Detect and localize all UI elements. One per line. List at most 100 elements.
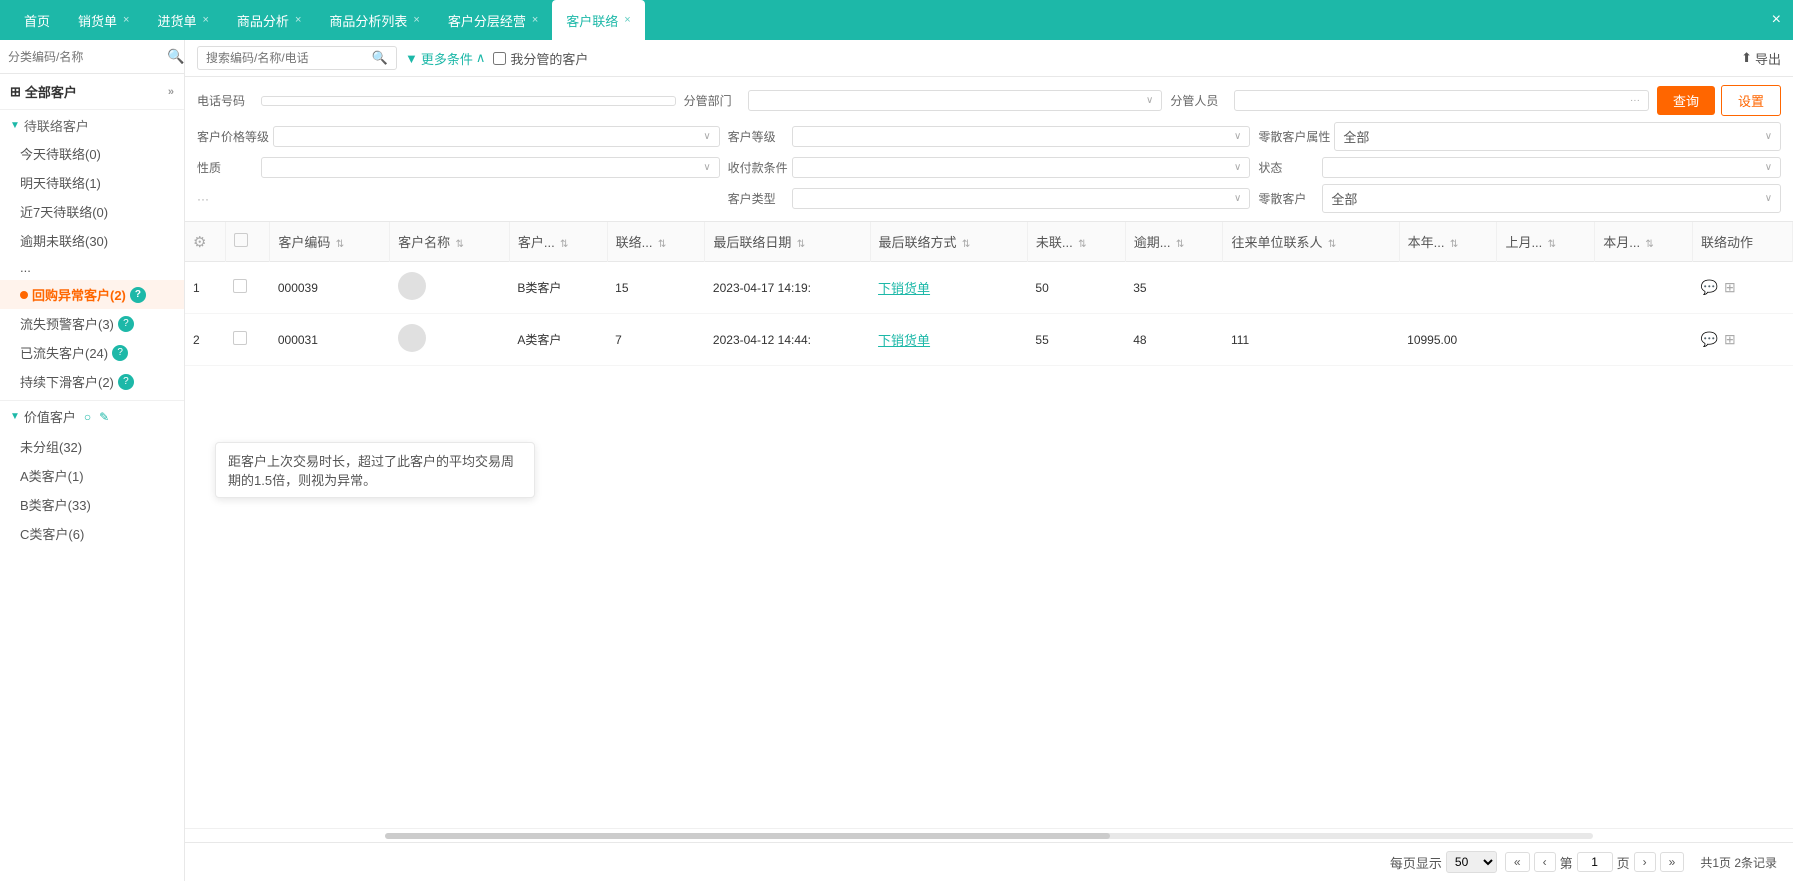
prev-page-btn[interactable]: ‹	[1534, 852, 1556, 872]
price-level-input[interactable]: ∨	[273, 126, 720, 147]
name-sort-icon[interactable]: ⇅	[455, 239, 463, 250]
filter-row-2: 客户价格等级 ∨ 客户等级 ∨ 零散客户属性 全部 ∨	[197, 122, 1781, 151]
overdue-sort-icon[interactable]: ⇅	[1176, 239, 1184, 250]
contact-sort-icon[interactable]: ⇅	[658, 239, 666, 250]
sidebar-collapse-btn[interactable]: »	[168, 86, 174, 98]
payment-input[interactable]: ∨	[792, 157, 1251, 178]
tooltip-box: 距客户上次交易时长，超过了此客户的平均交易周期的1.5倍，则视为异常。	[215, 442, 535, 498]
sidebar-search-icon[interactable]: 🔍	[167, 48, 184, 65]
gender-input[interactable]: ∨	[261, 157, 720, 178]
col-last-contact-method: 最后联络方式 ⇅	[870, 222, 1027, 262]
sidebar-item-ungrouped[interactable]: 未分组(32)	[0, 432, 184, 461]
sidebar-item-b-class[interactable]: B类客户(33)	[0, 490, 184, 519]
last-method-sort-icon[interactable]: ⇅	[962, 239, 970, 250]
status-input[interactable]: ∨	[1322, 157, 1781, 178]
export-icon: ⬆	[1741, 50, 1752, 66]
company-contact-sort-icon[interactable]: ⇅	[1328, 239, 1336, 250]
row2-checkbox	[225, 314, 270, 366]
row2-chat-icon[interactable]: 💬	[1701, 331, 1718, 348]
nav-item-purchase[interactable]: 进货单 ×	[143, 0, 222, 40]
nav-item-goods-list[interactable]: 商品分析列表 ×	[315, 0, 433, 40]
table-gear-icon[interactable]: ⚙	[193, 234, 206, 251]
col-this-month: 本月... ⇅	[1595, 222, 1693, 262]
code-sort-icon[interactable]: ⇅	[336, 239, 344, 250]
export-button[interactable]: ⬆ 导出	[1741, 49, 1781, 68]
col-checkbox	[225, 222, 270, 262]
last-date-sort-icon[interactable]: ⇅	[797, 239, 805, 250]
more-conditions-btn[interactable]: ▼ 更多条件 ∧	[405, 49, 485, 68]
sidebar-item-a-class[interactable]: A类客户(1)	[0, 461, 184, 490]
row2-checkbox-input[interactable]	[233, 331, 247, 345]
sidebar-item-declining[interactable]: 持续下滑客户(2) ?	[0, 367, 184, 396]
sidebar-item-more[interactable]: ...	[0, 255, 184, 280]
this-month-sort-icon[interactable]: ⇅	[1645, 239, 1653, 250]
nav-item-home[interactable]: 首页	[10, 0, 64, 40]
col-company-contact: 往来单位联系人 ⇅	[1223, 222, 1399, 262]
settings-button[interactable]: 设置	[1721, 85, 1781, 116]
more-dots[interactable]: ···	[197, 192, 209, 206]
last-month-sort-icon[interactable]: ⇅	[1548, 239, 1556, 250]
value-edit-icon[interactable]: ○	[84, 410, 91, 424]
per-page-select[interactable]: 50 20 100	[1446, 851, 1497, 873]
filter-row-3: 性质 ∨ 收付款条件 ∨ 状态 ∨	[197, 157, 1781, 178]
row1-chat-icon[interactable]: 💬	[1701, 279, 1718, 296]
row2-qr-icon[interactable]: ⊞	[1724, 331, 1736, 348]
row1-last-method-link[interactable]: 下销货单	[878, 281, 930, 296]
header-checkbox[interactable]	[234, 233, 248, 247]
dept-input[interactable]: ∨	[748, 90, 1163, 111]
filter-more-btn: ···	[197, 192, 720, 206]
nav-item-customer-contact[interactable]: 客户联络 ×	[552, 0, 644, 40]
close-sales-icon[interactable]: ×	[123, 14, 129, 26]
sidebar-search-input[interactable]	[8, 50, 163, 64]
value-edit2-icon[interactable]: ✎	[99, 410, 109, 424]
nav-item-sales[interactable]: 销货单 ×	[64, 0, 143, 40]
row1-qr-icon[interactable]: ⊞	[1724, 279, 1736, 296]
query-button[interactable]: 查询	[1657, 86, 1715, 115]
sidebar-item-7days[interactable]: 近7天待联络(0)	[0, 197, 184, 226]
retail-attr-input[interactable]: 全部 ∨	[1334, 122, 1781, 151]
filter-retail-attr: 零散客户属性 全部 ∨	[1258, 122, 1781, 151]
window-close-button[interactable]: ×	[1772, 11, 1781, 29]
col-code: 客户编码 ⇅	[270, 222, 390, 262]
sidebar-item-churn-warning[interactable]: 流失预警客户(3) ?	[0, 309, 184, 338]
close-customer-contact-icon[interactable]: ×	[624, 14, 630, 26]
customer-level-input[interactable]: ∨	[792, 126, 1251, 147]
my-customers-checkbox[interactable]	[493, 52, 506, 65]
search-input[interactable]	[206, 51, 368, 65]
sidebar-item-today[interactable]: 今天待联络(0)	[0, 139, 184, 168]
sidebar-item-tomorrow[interactable]: 明天待联络(1)	[0, 168, 184, 197]
horizontal-scrollbar[interactable]	[185, 828, 1793, 842]
first-page-btn[interactable]: «	[1505, 852, 1530, 872]
nav-item-customer-tier[interactable]: 客户分层经营 ×	[434, 0, 552, 40]
row1-this-year	[1399, 262, 1497, 314]
grid-icon: ⊞	[10, 84, 21, 100]
close-goods-analysis-icon[interactable]: ×	[295, 14, 301, 26]
filter-customer-level: 客户等级 ∨	[728, 126, 1251, 147]
close-customer-tier-icon[interactable]: ×	[532, 14, 538, 26]
search-bar-icon[interactable]: 🔍	[372, 50, 388, 66]
sidebar-item-c-class[interactable]: C类客户(6)	[0, 519, 184, 548]
sidebar-item-overdue[interactable]: 逾期未联络(30)	[0, 226, 184, 255]
row1-checkbox-input[interactable]	[233, 279, 247, 293]
person-more-icon: ···	[1630, 95, 1640, 106]
close-goods-list-icon[interactable]: ×	[413, 14, 419, 26]
sidebar-item-churned[interactable]: 已流失客户(24) ?	[0, 338, 184, 367]
this-year-sort-icon[interactable]: ⇅	[1450, 239, 1458, 250]
retail-customer-input[interactable]: 全部 ∨	[1322, 184, 1781, 213]
sidebar-all-customers[interactable]: ⊞ 全部客户 »	[0, 74, 184, 110]
last-page-btn[interactable]: »	[1660, 852, 1685, 872]
page-number-input[interactable]	[1577, 852, 1613, 872]
customer-level-chevron-icon: ∨	[1234, 131, 1241, 142]
person-input[interactable]: ···	[1234, 90, 1649, 111]
filter-customer-type: 客户类型 ∨	[728, 188, 1251, 209]
sidebar-item-repeat-purchase[interactable]: 回购异常客户(2) ?	[0, 280, 184, 309]
filter-icon: ▼	[405, 51, 418, 66]
phone-input[interactable]	[261, 96, 676, 106]
type-sort-icon[interactable]: ⇅	[560, 239, 568, 250]
close-purchase-icon[interactable]: ×	[202, 14, 208, 26]
next-page-btn[interactable]: ›	[1634, 852, 1656, 872]
row2-last-method-link[interactable]: 下销货单	[878, 333, 930, 348]
nav-item-goods-analysis[interactable]: 商品分析 ×	[223, 0, 315, 40]
not-contacted-sort-icon[interactable]: ⇅	[1078, 239, 1086, 250]
customer-type-input[interactable]: ∨	[792, 188, 1251, 209]
